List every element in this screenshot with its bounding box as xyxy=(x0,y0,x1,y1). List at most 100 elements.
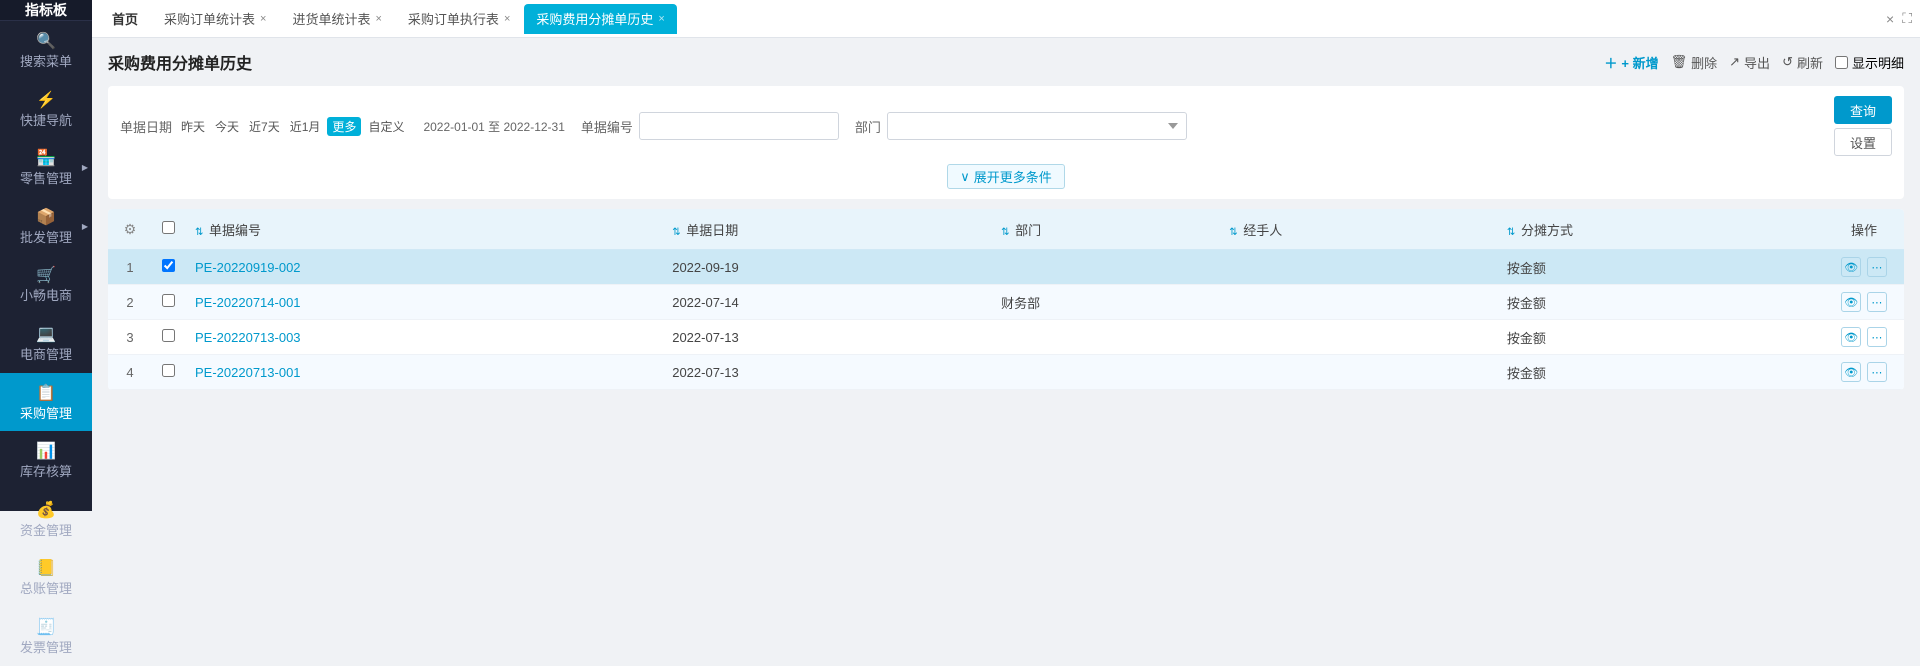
page-header: 采购费用分摊单历史 ＋ + 新增 🗑 删除 ↗ 导出 ↺ 刷新 xyxy=(108,50,1904,74)
close-window-icon[interactable]: × xyxy=(1886,11,1894,27)
tab-purchase-order-stat[interactable]: 采购订单统计表 × xyxy=(152,4,278,34)
search-button[interactable]: 查询 xyxy=(1834,96,1892,124)
sidebar-item-wholesale[interactable]: 📦 批发管理 xyxy=(0,197,92,256)
tab-close-icon[interactable]: × xyxy=(260,13,266,25)
more-ops-icon[interactable]: ⋯ xyxy=(1867,292,1887,312)
page-title: 采购费用分摊单历史 xyxy=(108,50,252,74)
date-shortcut-custom[interactable]: 自定义 xyxy=(365,117,407,136)
date-shortcut-yesterday[interactable]: 昨天 xyxy=(178,117,208,136)
sidebar-item-invoice[interactable]: 🧾 发票管理 xyxy=(0,607,92,666)
filter-settings-button[interactable]: 设置 xyxy=(1834,128,1892,156)
date-label: 单据日期 xyxy=(120,117,172,136)
col-handler[interactable]: ⇅ 经手人 xyxy=(1219,209,1497,250)
view-icon[interactable]: 👁 xyxy=(1841,327,1861,347)
dept-label: 部门 xyxy=(855,117,881,136)
sidebar-item-ecommerce[interactable]: 💻 电商管理 xyxy=(0,314,92,373)
date-shortcut-more[interactable]: 更多 xyxy=(327,117,361,136)
order-no-link[interactable]: PE-20220713-001 xyxy=(195,365,301,380)
view-icon[interactable]: 👁 xyxy=(1841,292,1861,312)
row-checkbox[interactable] xyxy=(162,259,175,272)
row-handler xyxy=(1219,285,1497,320)
tab-label: 采购订单执行表 xyxy=(408,9,499,28)
retail-icon: 🏪 xyxy=(36,148,56,168)
more-ops-icon[interactable]: ⋯ xyxy=(1867,257,1887,277)
row-checkbox-cell xyxy=(152,285,185,320)
table-row[interactable]: 4 PE-20220713-001 2022-07-13 按金额 👁 ⋯ xyxy=(108,355,1904,390)
date-shortcut-today[interactable]: 今天 xyxy=(212,117,242,136)
col-method[interactable]: ⇅ 分摊方式 xyxy=(1497,209,1824,250)
show-columns-checkbox[interactable] xyxy=(1835,56,1848,69)
sidebar-item-search[interactable]: 🔍 搜索菜单 xyxy=(0,21,92,80)
sidebar-logo: 指标板 xyxy=(0,0,92,21)
date-range-value: 2022-01-01 至 2022-12-31 xyxy=(423,118,564,135)
row-dept xyxy=(991,250,1219,285)
data-table: ⚙ ⇅ 单据编号 ⇅ 单据日期 xyxy=(108,209,1904,390)
inventory-icon: 📊 xyxy=(36,441,56,461)
sidebar-item-retail[interactable]: 🏪 零售管理 xyxy=(0,138,92,197)
expand-conditions-button[interactable]: ∨ 展开更多条件 xyxy=(947,164,1065,189)
sidebar-item-label: 快捷导航 xyxy=(20,113,72,129)
row-handler xyxy=(1219,250,1497,285)
date-shortcut-7days[interactable]: 近7天 xyxy=(246,117,283,136)
col-dept-label: 部门 xyxy=(1015,223,1041,238)
sidebar-item-inventory[interactable]: 📊 库存核算 xyxy=(0,431,92,490)
view-icon[interactable]: 👁 xyxy=(1841,257,1861,277)
row-order-no: PE-20220713-003 xyxy=(185,320,662,355)
sidebar-item-finance[interactable]: 💰 资金管理 xyxy=(0,490,92,549)
add-label: + 新增 xyxy=(1621,53,1658,72)
tab-close-icon[interactable]: × xyxy=(658,13,664,25)
tab-bar-actions: × ⛶ xyxy=(1886,10,1912,27)
order-no-link[interactable]: PE-20220919-002 xyxy=(195,260,301,275)
table-row[interactable]: 1 PE-20220919-002 2022-09-19 按金额 👁 ⋯ xyxy=(108,250,1904,285)
fullscreen-icon[interactable]: ⛶ xyxy=(1902,10,1912,27)
filter-date-range: 2022-01-01 至 2022-12-31 xyxy=(423,118,564,135)
sidebar-item-quick-nav[interactable]: ⚡ 快捷导航 xyxy=(0,80,92,139)
row-dept xyxy=(991,355,1219,390)
tab-close-icon[interactable]: × xyxy=(504,13,510,25)
show-columns-toggle[interactable]: 显示明细 xyxy=(1835,53,1904,72)
date-shortcut-1month[interactable]: 近1月 xyxy=(287,117,324,136)
order-no-link[interactable]: PE-20220714-001 xyxy=(195,295,301,310)
tab-label: 进货单统计表 xyxy=(292,9,370,28)
order-no-input[interactable] xyxy=(639,112,839,140)
delete-button[interactable]: 🗑 删除 xyxy=(1671,53,1718,72)
col-date[interactable]: ⇅ 单据日期 xyxy=(662,209,991,250)
main-area: 首页 采购订单统计表 × 进货单统计表 × 采购订单执行表 × 采购费用分摊单历… xyxy=(92,0,1920,511)
more-ops-icon[interactable]: ⋯ xyxy=(1867,327,1887,347)
view-icon[interactable]: 👁 xyxy=(1841,362,1861,382)
order-no-link[interactable]: PE-20220713-003 xyxy=(195,330,301,345)
dept-select[interactable] xyxy=(887,112,1187,140)
row-checkbox[interactable] xyxy=(162,364,175,377)
wholesale-icon: 📦 xyxy=(36,207,56,227)
table-row[interactable]: 2 PE-20220714-001 2022-07-14 财务部 按金额 👁 ⋯ xyxy=(108,285,1904,320)
row-checkbox[interactable] xyxy=(162,329,175,342)
tab-close-icon[interactable]: × xyxy=(375,13,381,25)
column-settings-icon[interactable]: ⚙ xyxy=(118,217,142,241)
row-checkbox[interactable] xyxy=(162,294,175,307)
show-columns-label: 显示明细 xyxy=(1852,53,1904,72)
col-order-no[interactable]: ⇅ 单据编号 xyxy=(185,209,662,250)
sidebar-item-ledger[interactable]: 📒 总账管理 xyxy=(0,548,92,607)
export-button[interactable]: ↗ 导出 xyxy=(1729,53,1770,72)
sidebar-item-purchase[interactable]: 📋 采购管理 xyxy=(0,373,92,432)
table-row[interactable]: 3 PE-20220713-003 2022-07-13 按金额 👁 ⋯ xyxy=(108,320,1904,355)
export-label: 导出 xyxy=(1744,53,1770,72)
add-button[interactable]: ＋ + 新增 xyxy=(1604,53,1658,72)
sidebar-item-ecommerce-small[interactable]: 🛒 小畅电商 xyxy=(0,255,92,314)
more-ops-icon[interactable]: ⋯ xyxy=(1867,362,1887,382)
row-date: 2022-07-13 xyxy=(662,320,991,355)
tab-purchase-cost-history[interactable]: 采购费用分摊单历史 × xyxy=(524,4,676,34)
quick-nav-icon: ⚡ xyxy=(36,90,56,110)
select-all-checkbox[interactable] xyxy=(162,221,175,234)
sidebar-item-label: 发票管理 xyxy=(20,640,72,656)
tab-stock-stat[interactable]: 进货单统计表 × xyxy=(280,4,393,34)
refresh-icon: ↺ xyxy=(1782,54,1793,70)
refresh-button[interactable]: ↺ 刷新 xyxy=(1782,53,1823,72)
row-order-no: PE-20220919-002 xyxy=(185,250,662,285)
invoice-icon: 🧾 xyxy=(36,617,56,637)
col-dept[interactable]: ⇅ 部门 xyxy=(991,209,1219,250)
sidebar-item-label: 搜索菜单 xyxy=(20,54,72,70)
ecommerce-icon: 💻 xyxy=(36,324,56,344)
tab-purchase-order-exec[interactable]: 采购订单执行表 × xyxy=(396,4,522,34)
tab-home[interactable]: 首页 xyxy=(100,4,150,34)
